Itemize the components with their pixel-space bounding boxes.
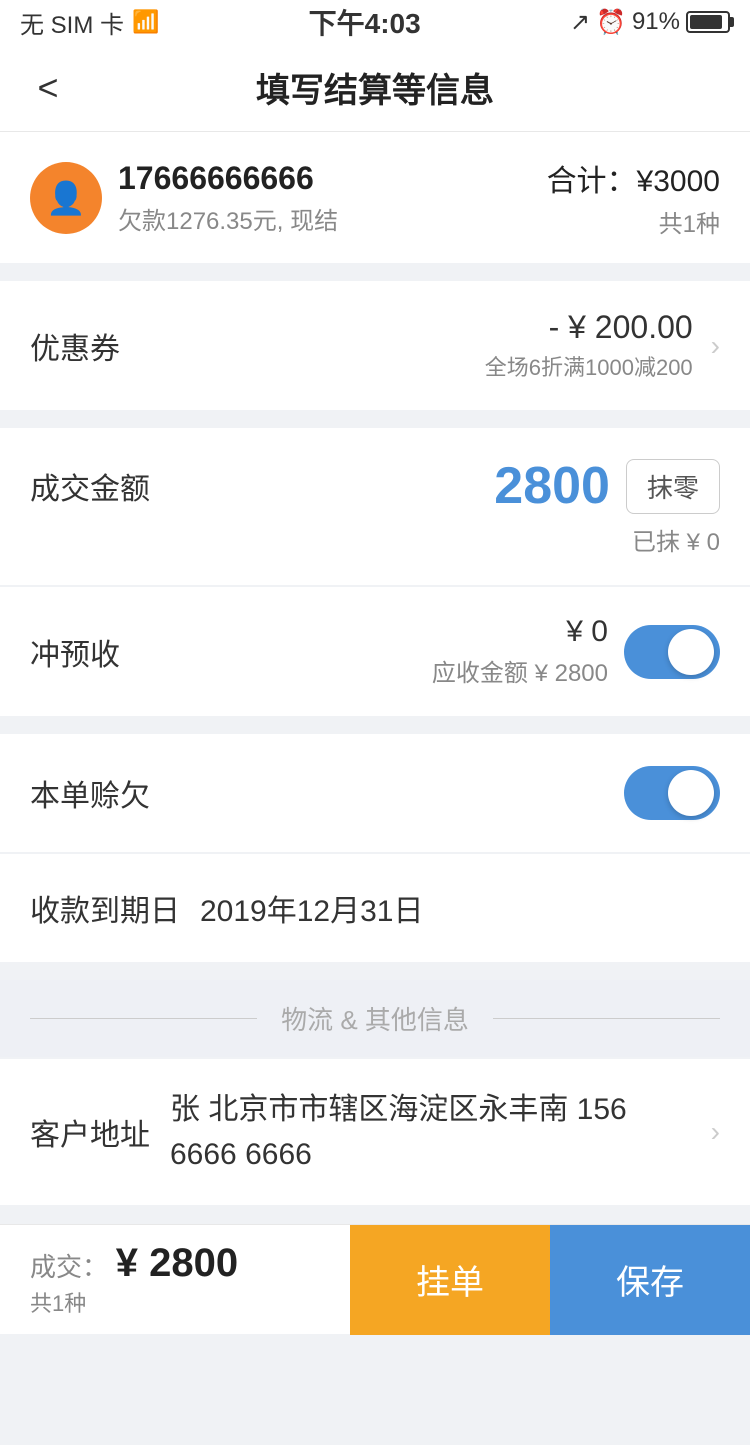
already-zeroed: 已抹 ¥ 0 <box>30 522 720 557</box>
separator-3 <box>0 716 750 732</box>
round-zero-button[interactable]: 抹零 <box>626 459 720 514</box>
logistics-separator: 物流 & 其他信息 <box>0 980 750 1057</box>
status-time: 下午4:03 <box>309 2 421 42</box>
user-info: 17666666666 欠款1276.35元, 现结 <box>118 160 338 236</box>
transaction-row: 成交金额 2800 抹零 <box>30 456 720 516</box>
location-icon: ↗ <box>570 8 590 37</box>
hold-button[interactable]: 挂单 <box>350 1225 550 1335</box>
transaction-amount: 2800 <box>494 456 610 516</box>
duedate-value: 2019年12月31日 <box>200 886 423 930</box>
bottom-bar: 成交： ¥ 2800 共1种 挂单 保存 <box>0 1224 750 1334</box>
user-right: 合计：¥3000 共1种 <box>547 156 720 239</box>
user-left: 👤 17666666666 欠款1276.35元, 现结 <box>30 160 338 236</box>
status-left: 无 SIM 卡 📶 <box>20 5 159 40</box>
coupon-arrow-icon: › <box>711 330 720 362</box>
coupon-amount: - ¥ 200.00 <box>485 309 693 346</box>
wifi-icon: 📶 <box>132 9 159 35</box>
prepay-amount: ¥ 0 <box>432 615 608 649</box>
user-section: 👤 17666666666 欠款1276.35元, 现结 合计：¥3000 共1… <box>0 132 750 263</box>
prepay-due: 应收金额 ¥ 2800 <box>432 653 608 688</box>
coupon-right-wrap: - ¥ 200.00 全场6折满1000减200 <box>485 309 693 382</box>
prepay-right: ¥ 0 应收金额 ¥ 2800 <box>432 615 720 688</box>
prepay-row: 冲预收 ¥ 0 应收金额 ¥ 2800 <box>30 615 720 688</box>
coupon-desc: 全场6折满1000减200 <box>485 350 693 382</box>
writeoff-label: 本单赊欠 <box>30 771 150 815</box>
user-total: 合计：¥3000 <box>547 156 720 200</box>
writeoff-section: 本单赊欠 <box>0 734 750 852</box>
clock-icon: ⏰ <box>596 8 626 37</box>
page-title: 填写结算等信息 <box>256 63 494 112</box>
user-phone: 17666666666 <box>118 160 338 197</box>
transaction-right: 2800 抹零 <box>494 456 720 516</box>
bottom-trans-label: 成交： <box>30 1252 108 1282</box>
bottom-summary: 成交： ¥ 2800 共1种 <box>0 1241 350 1318</box>
address-section[interactable]: 客户地址 张 北京市市辖区海淀区永丰南 156 6666 6666 › <box>0 1059 750 1205</box>
save-button[interactable]: 保存 <box>550 1225 750 1335</box>
coupon-right: - ¥ 200.00 全场6折满1000减200 › <box>485 309 720 382</box>
status-bar: 无 SIM 卡 📶 下午4:03 ↗ ⏰ 91% <box>0 0 750 44</box>
battery-icon <box>686 11 730 33</box>
logistics-label: 物流 & 其他信息 <box>281 1000 469 1037</box>
bottom-amount: ¥ 2800 <box>116 1241 238 1285</box>
writeoff-toggle[interactable] <box>624 766 720 820</box>
address-arrow-icon: › <box>711 1116 720 1148</box>
battery-fill <box>690 15 722 29</box>
sep-line-left <box>30 1018 257 1019</box>
prepay-label: 冲预收 <box>30 630 120 674</box>
address-value: 张 北京市市辖区海淀区永丰南 156 6666 6666 <box>170 1087 701 1177</box>
separator-2 <box>0 412 750 428</box>
address-label: 客户地址 <box>30 1110 150 1154</box>
user-debt: 欠款1276.35元, 现结 <box>118 201 338 236</box>
bottom-count: 共1种 <box>30 1286 320 1318</box>
transaction-section: 成交金额 2800 抹零 已抹 ¥ 0 <box>0 428 750 585</box>
battery-percent: 91% <box>632 8 680 36</box>
user-count: 共1种 <box>547 204 720 239</box>
separator-1 <box>0 265 750 281</box>
prepay-toggle[interactable] <box>624 625 720 679</box>
coupon-label: 优惠券 <box>30 324 120 368</box>
avatar: 👤 <box>30 162 102 234</box>
transaction-label: 成交金额 <box>30 464 150 508</box>
status-right: ↗ ⏰ 91% <box>570 8 730 37</box>
coupon-section[interactable]: 优惠券 - ¥ 200.00 全场6折满1000减200 › <box>0 281 750 410</box>
avatar-icon: 👤 <box>46 179 86 217</box>
prepay-section: 冲预收 ¥ 0 应收金额 ¥ 2800 <box>0 587 750 716</box>
separator-4 <box>0 962 750 978</box>
sep-line-right <box>493 1018 720 1019</box>
back-button[interactable]: < <box>24 64 72 112</box>
prepay-amount-wrap: ¥ 0 应收金额 ¥ 2800 <box>432 615 608 688</box>
duedate-section: 收款到期日 2019年12月31日 <box>0 854 750 962</box>
carrier-label: 无 SIM 卡 <box>20 5 124 40</box>
duedate-row: 收款到期日 2019年12月31日 <box>30 886 720 930</box>
nav-bar: < 填写结算等信息 <box>0 44 750 132</box>
bottom-trans-row: 成交： ¥ 2800 <box>30 1241 320 1286</box>
duedate-label: 收款到期日 <box>30 886 180 930</box>
